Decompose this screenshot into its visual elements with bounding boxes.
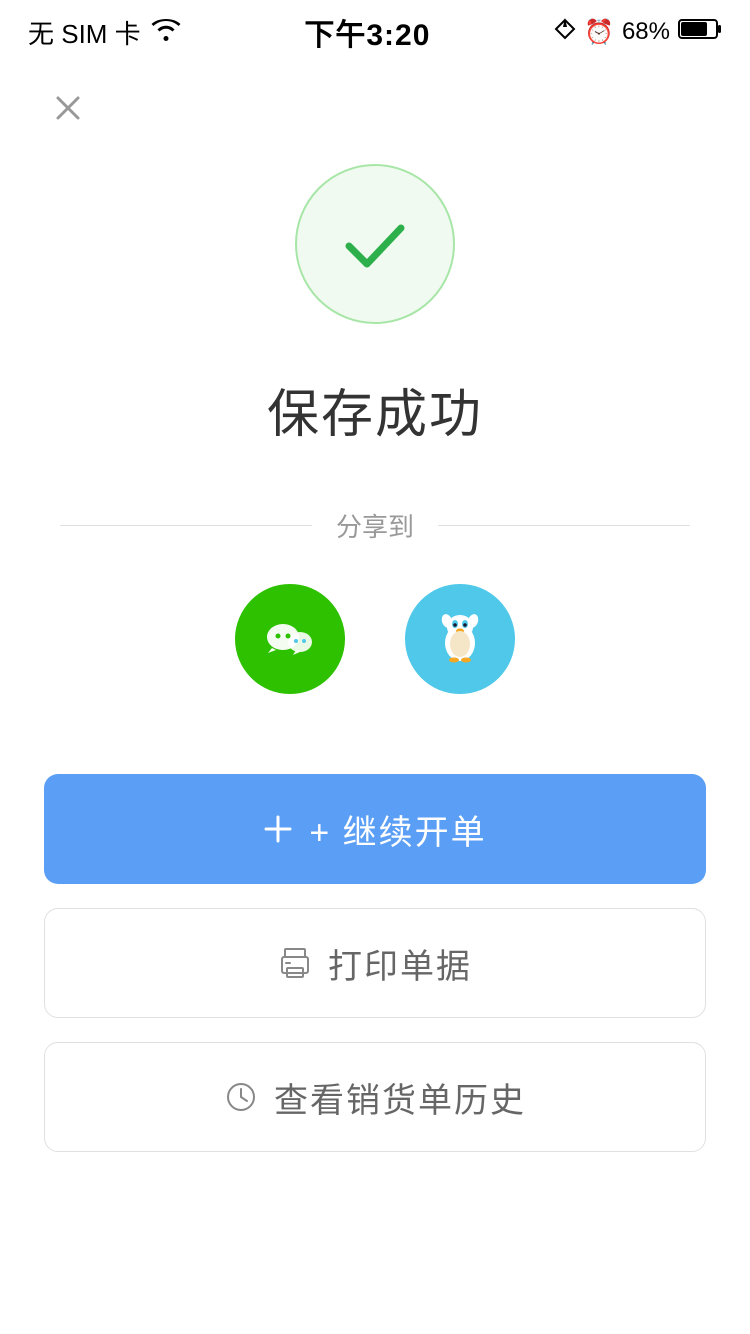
divider-line-right — [438, 525, 690, 526]
wechat-icon — [258, 607, 322, 671]
location-icon — [554, 18, 576, 47]
wifi-icon — [151, 17, 181, 48]
battery-icon — [678, 18, 722, 47]
continue-order-button[interactable]: + 继续开单 — [44, 774, 706, 884]
status-bar: 无 SIM 卡 下午3:20 ⏰ 68% — [0, 0, 750, 64]
clock-icon — [224, 1080, 258, 1114]
checkmark-icon — [335, 204, 415, 284]
status-left: 无 SIM 卡 — [28, 14, 181, 51]
sim-text: 无 SIM 卡 — [28, 14, 141, 51]
action-buttons: + 继续开单 打印单据 查看销 — [0, 774, 750, 1152]
success-title: 保存成功 — [267, 372, 483, 447]
print-label: 打印单据 — [328, 939, 472, 988]
wechat-share-button[interactable] — [235, 584, 345, 694]
status-time: 下午3:20 — [304, 10, 430, 54]
share-label: 分享到 — [312, 507, 438, 544]
qq-icon — [428, 607, 492, 671]
status-right: ⏰ 68% — [554, 18, 722, 47]
history-button[interactable]: 查看销货单历史 — [44, 1042, 706, 1152]
main-content: 保存成功 分享到 — [0, 64, 750, 1152]
divider-line-left — [60, 525, 312, 526]
qq-share-button[interactable] — [405, 584, 515, 694]
close-button[interactable] — [40, 80, 96, 136]
plus-icon — [263, 814, 293, 844]
alarm-icon: ⏰ — [584, 18, 614, 47]
continue-label: + 继续开单 — [309, 805, 486, 854]
print-button[interactable]: 打印单据 — [44, 908, 706, 1018]
printer-icon — [278, 946, 312, 980]
battery-text: 68% — [622, 18, 670, 46]
history-label: 查看销货单历史 — [274, 1073, 526, 1122]
share-icons-row — [235, 584, 515, 694]
success-icon-circle — [295, 164, 455, 324]
share-divider: 分享到 — [0, 507, 750, 544]
